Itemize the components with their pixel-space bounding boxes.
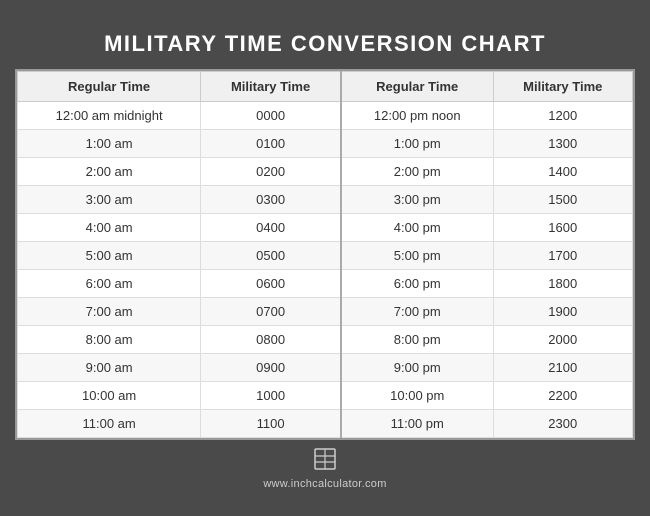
cell-11-1: 1100	[201, 409, 341, 437]
cell-10-2: 10:00 pm	[341, 381, 493, 409]
cell-8-0: 8:00 am	[18, 325, 201, 353]
cell-2-1: 0200	[201, 157, 341, 185]
footer: www.inchcalculator.com	[15, 440, 635, 500]
cell-7-3: 1900	[493, 297, 632, 325]
cell-3-3: 1500	[493, 185, 632, 213]
table-row: 2:00 am02002:00 pm1400	[18, 157, 633, 185]
cell-6-2: 6:00 pm	[341, 269, 493, 297]
cell-11-2: 11:00 pm	[341, 409, 493, 437]
table-wrapper: Regular Time Military Time Regular Time …	[15, 69, 635, 440]
cell-11-3: 2300	[493, 409, 632, 437]
cell-4-2: 4:00 pm	[341, 213, 493, 241]
cell-4-0: 4:00 am	[18, 213, 201, 241]
cell-0-1: 0000	[201, 101, 341, 129]
table-row: 10:00 am100010:00 pm2200	[18, 381, 633, 409]
cell-6-0: 6:00 am	[18, 269, 201, 297]
cell-10-3: 2200	[493, 381, 632, 409]
cell-6-1: 0600	[201, 269, 341, 297]
table-row: 5:00 am05005:00 pm1700	[18, 241, 633, 269]
cell-9-0: 9:00 am	[18, 353, 201, 381]
cell-10-0: 10:00 am	[18, 381, 201, 409]
cell-0-2: 12:00 pm noon	[341, 101, 493, 129]
table-row: 4:00 am04004:00 pm1600	[18, 213, 633, 241]
cell-5-3: 1700	[493, 241, 632, 269]
cell-0-0: 12:00 am midnight	[18, 101, 201, 129]
cell-5-0: 5:00 am	[18, 241, 201, 269]
title-bar: MILITARY TIME CONVERSION CHART	[15, 17, 635, 69]
cell-4-1: 0400	[201, 213, 341, 241]
col-header-3: Regular Time	[341, 71, 493, 101]
table-row: 3:00 am03003:00 pm1500	[18, 185, 633, 213]
table-row: 1:00 am01001:00 pm1300	[18, 129, 633, 157]
table-row: 7:00 am07007:00 pm1900	[18, 297, 633, 325]
table-header-row: Regular Time Military Time Regular Time …	[18, 71, 633, 101]
cell-11-0: 11:00 am	[18, 409, 201, 437]
cell-5-2: 5:00 pm	[341, 241, 493, 269]
cell-1-1: 0100	[201, 129, 341, 157]
cell-6-3: 1800	[493, 269, 632, 297]
footer-url: www.inchcalculator.com	[263, 478, 386, 490]
table-row: 11:00 am110011:00 pm2300	[18, 409, 633, 437]
cell-8-1: 0800	[201, 325, 341, 353]
conversion-table: Regular Time Military Time Regular Time …	[17, 71, 633, 438]
cell-10-1: 1000	[201, 381, 341, 409]
col-header-4: Military Time	[493, 71, 632, 101]
cell-2-3: 1400	[493, 157, 632, 185]
table-row: 8:00 am08008:00 pm2000	[18, 325, 633, 353]
cell-8-3: 2000	[493, 325, 632, 353]
table-row: 6:00 am06006:00 pm1800	[18, 269, 633, 297]
cell-1-3: 1300	[493, 129, 632, 157]
cell-2-0: 2:00 am	[18, 157, 201, 185]
cell-1-2: 1:00 pm	[341, 129, 493, 157]
cell-9-2: 9:00 pm	[341, 353, 493, 381]
cell-7-2: 7:00 pm	[341, 297, 493, 325]
cell-3-1: 0300	[201, 185, 341, 213]
table-row: 9:00 am09009:00 pm2100	[18, 353, 633, 381]
col-header-2: Military Time	[201, 71, 341, 101]
cell-5-1: 0500	[201, 241, 341, 269]
table-icon	[314, 448, 336, 475]
cell-9-3: 2100	[493, 353, 632, 381]
cell-7-0: 7:00 am	[18, 297, 201, 325]
cell-7-1: 0700	[201, 297, 341, 325]
cell-1-0: 1:00 am	[18, 129, 201, 157]
cell-3-2: 3:00 pm	[341, 185, 493, 213]
col-header-1: Regular Time	[18, 71, 201, 101]
cell-8-2: 8:00 pm	[341, 325, 493, 353]
cell-9-1: 0900	[201, 353, 341, 381]
cell-3-0: 3:00 am	[18, 185, 201, 213]
cell-0-3: 1200	[493, 101, 632, 129]
cell-2-2: 2:00 pm	[341, 157, 493, 185]
page-container: MILITARY TIME CONVERSION CHART Regular T…	[15, 17, 635, 500]
table-row: 12:00 am midnight000012:00 pm noon1200	[18, 101, 633, 129]
cell-4-3: 1600	[493, 213, 632, 241]
page-title: MILITARY TIME CONVERSION CHART	[104, 31, 546, 56]
table-body: 12:00 am midnight000012:00 pm noon12001:…	[18, 101, 633, 437]
